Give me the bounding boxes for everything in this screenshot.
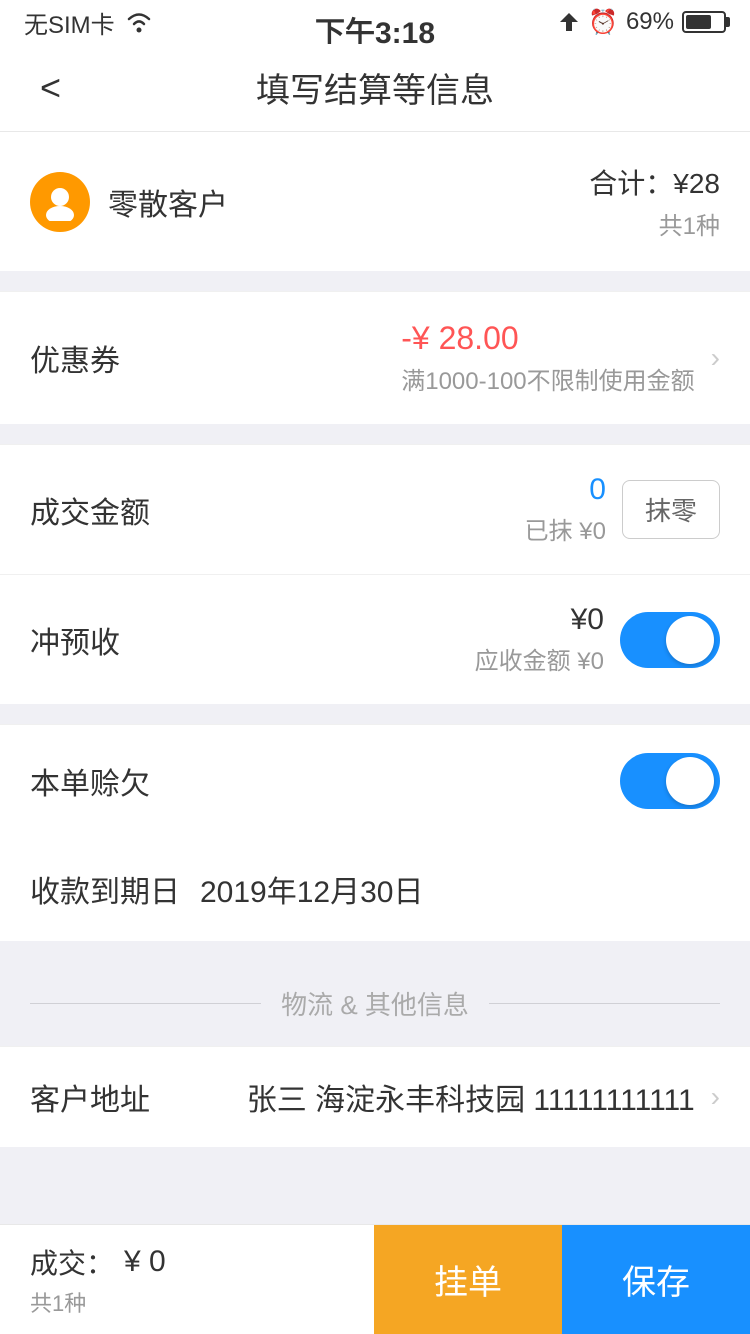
- pre-collection-value: ¥0: [475, 603, 604, 637]
- footer-count: 共1种: [30, 1286, 344, 1318]
- logistics-label: 物流 & 其他信息: [261, 985, 489, 1022]
- total-label: 合计：¥28: [589, 162, 720, 202]
- coupon-value: -¥ 28.00: [401, 320, 694, 357]
- trade-amount-sub: 已抹 ¥0: [525, 511, 606, 546]
- no-sim-text: 无SIM卡: [24, 5, 115, 40]
- due-date-label: 收款到期日: [30, 867, 180, 911]
- debit-toggle-knob: [666, 757, 714, 805]
- footer-trade: 成交： ¥ 0: [30, 1242, 344, 1282]
- coupon-row[interactable]: 优惠券 -¥ 28.00 满1000-100不限制使用金额 ›: [0, 291, 750, 424]
- footer: 成交： ¥ 0 共1种 挂单 保存: [0, 1224, 750, 1334]
- address-row[interactable]: 客户地址 张三 海淀永丰科技园 11111111111 ›: [0, 1046, 750, 1147]
- footer-info: 成交： ¥ 0 共1种: [0, 1242, 374, 1318]
- wifi-icon: [125, 11, 153, 33]
- trade-amount-label: 成交金额: [30, 488, 150, 532]
- status-left: 无SIM卡: [24, 5, 153, 40]
- pre-collection-toggle[interactable]: [620, 612, 720, 668]
- coupon-sub: 满1000-100不限制使用金额: [401, 361, 694, 396]
- customer-avatar: [30, 172, 90, 232]
- address-label: 客户地址: [30, 1075, 150, 1119]
- debit-section: 本单赊欠 收款到期日 2019年12月30日: [0, 724, 750, 941]
- pre-collection-sub: 应收金额 ¥0: [475, 641, 604, 676]
- coupon-chevron: ›: [711, 342, 720, 374]
- debit-label: 本单赊欠: [30, 759, 150, 803]
- footer-trade-value: ¥ 0: [124, 1245, 166, 1279]
- trade-section: 成交金额 0 已抹 ¥0 抹零 冲预收 ¥0 应收金额 ¥0: [0, 444, 750, 704]
- coupon-section: 优惠券 -¥ 28.00 满1000-100不限制使用金额 ›: [0, 291, 750, 424]
- save-button[interactable]: 保存: [562, 1225, 750, 1334]
- pre-collection-row: 冲预收 ¥0 应收金额 ¥0: [0, 574, 750, 704]
- address-section: 客户地址 张三 海淀永丰科技园 11111111111 ›: [0, 1046, 750, 1147]
- location-icon: [558, 11, 580, 33]
- total-count: 共1种: [589, 206, 720, 241]
- trade-amount-value: 0: [525, 473, 606, 507]
- coupon-right: -¥ 28.00 满1000-100不限制使用金额 ›: [401, 320, 720, 396]
- debit-right: [620, 753, 720, 809]
- content: 零散客户 合计：¥28 共1种 优惠券 -¥ 28.00 满1000-100不限…: [0, 132, 750, 1287]
- alarm-icon: ⏰: [588, 8, 618, 37]
- trade-amount-row: 成交金额 0 已抹 ¥0 抹零: [0, 444, 750, 574]
- status-bar: 无SIM卡 下午3:18 ⏰ 69%: [0, 0, 750, 44]
- debit-row: 本单赊欠: [0, 724, 750, 837]
- battery-icon: [682, 11, 726, 33]
- customer-name: 零散客户: [108, 180, 228, 224]
- battery-percent: 69%: [626, 8, 674, 36]
- footer-trade-label: 成交：: [30, 1242, 114, 1282]
- customer-left: 零散客户: [30, 172, 228, 232]
- address-chevron: ›: [711, 1081, 720, 1113]
- back-button[interactable]: <: [30, 57, 71, 119]
- pre-collection-label: 冲预收: [30, 618, 120, 662]
- pre-collection-right: ¥0 应收金额 ¥0: [475, 603, 720, 676]
- due-date-value: 2019年12月30日: [200, 867, 423, 911]
- hang-button[interactable]: 挂单: [374, 1225, 562, 1334]
- person-icon: [41, 183, 79, 221]
- nav-bar: < 填写结算等信息: [0, 44, 750, 132]
- status-right: ⏰ 69%: [558, 8, 726, 37]
- divider-left: [30, 1003, 261, 1004]
- customer-section: 零散客户 合计：¥28 共1种: [0, 132, 750, 271]
- toggle-knob: [666, 616, 714, 664]
- address-right: 张三 海淀永丰科技园 11111111111 ›: [247, 1075, 720, 1119]
- customer-summary: 合计：¥28 共1种: [589, 162, 720, 241]
- logistics-section: 物流 & 其他信息: [0, 961, 750, 1046]
- page-title: 填写结算等信息: [256, 63, 494, 112]
- debit-toggle[interactable]: [620, 753, 720, 809]
- divider-right: [489, 1003, 720, 1004]
- address-value: 张三 海淀永丰科技园 11111111111: [247, 1075, 695, 1119]
- due-date-row: 收款到期日 2019年12月30日: [0, 837, 750, 941]
- customer-row: 零散客户 合计：¥28 共1种: [0, 132, 750, 271]
- round-zero-button[interactable]: 抹零: [622, 480, 720, 539]
- coupon-label: 优惠券: [30, 336, 120, 380]
- trade-amount-right: 0 已抹 ¥0 抹零: [525, 473, 720, 546]
